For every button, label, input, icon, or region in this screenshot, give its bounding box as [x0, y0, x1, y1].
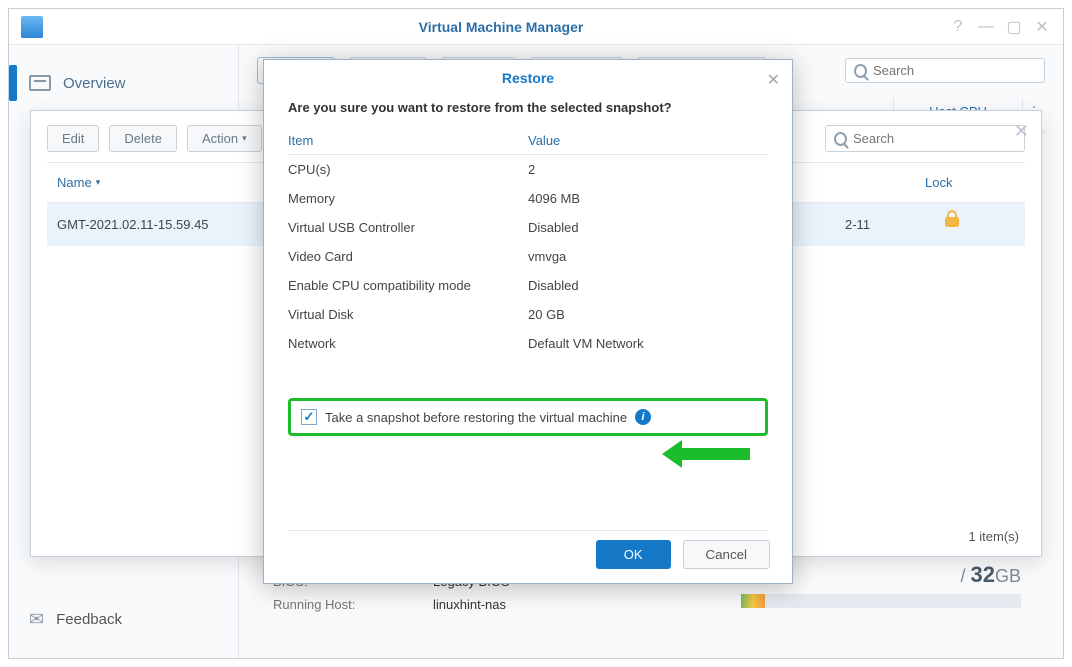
cancel-button[interactable]: Cancel	[683, 540, 771, 569]
chevron-down-icon: ▾	[96, 177, 101, 188]
checkbox-label: Take a snapshot before restoring the vir…	[325, 410, 627, 425]
snapshot-date-fragment: 2-11	[835, 211, 915, 238]
item-count: 1 item(s)	[968, 529, 1019, 544]
close-icon[interactable]: ✕	[1033, 19, 1051, 35]
table-row: Memory4096 MB	[288, 184, 768, 213]
search-input[interactable]	[873, 63, 1036, 78]
titlebar: Virtual Machine Manager ? — ▢ ✕	[9, 9, 1063, 45]
item-value: 2	[528, 162, 768, 177]
close-icon[interactable]: ✕	[767, 70, 780, 90]
search-input[interactable]	[853, 131, 1016, 146]
sidebar-active-indicator	[9, 65, 17, 101]
search-icon	[834, 132, 847, 146]
app-icon	[21, 16, 43, 38]
item-label: Virtual USB Controller	[288, 220, 528, 235]
memory-bar	[741, 594, 1021, 608]
dialog-question: Are you sure you want to restore from th…	[288, 100, 768, 115]
col-item: Item	[288, 133, 528, 148]
col-lock[interactable]: Lock	[915, 169, 1025, 196]
search-icon	[854, 64, 867, 78]
ok-button[interactable]: OK	[596, 540, 671, 569]
table-row: NetworkDefault VM Network	[288, 329, 768, 358]
item-label: Enable CPU compatibility mode	[288, 278, 528, 293]
item-label: Memory	[288, 191, 528, 206]
memory-total: / 32GB	[960, 562, 1021, 588]
item-value: Disabled	[528, 278, 768, 293]
delete-button[interactable]: Delete	[109, 125, 177, 152]
table-row: Enable CPU compatibility modeDisabled	[288, 271, 768, 300]
item-value: 20 GB	[528, 307, 768, 322]
item-value: Default VM Network	[528, 336, 768, 351]
restore-dialog: Restore ✕ Are you sure you want to resto…	[263, 59, 793, 584]
table-row: CPU(s)2	[288, 155, 768, 184]
overview-icon	[29, 75, 51, 91]
info-icon[interactable]: i	[635, 409, 651, 425]
annotation-arrow	[680, 448, 750, 460]
edit-button[interactable]: Edit	[47, 125, 99, 152]
sidebar-item-overview[interactable]: Overview	[25, 67, 130, 100]
minimize-icon[interactable]: —	[977, 19, 995, 35]
divider	[288, 530, 768, 531]
chevron-down-icon: ▾	[242, 133, 247, 144]
running-host-label: Running Host:	[273, 597, 433, 612]
item-label: Virtual Disk	[288, 307, 528, 322]
snapshot-before-restore-checkbox[interactable]: ✓ Take a snapshot before restoring the v…	[288, 398, 768, 436]
item-value: Disabled	[528, 220, 768, 235]
help-icon[interactable]: ?	[949, 19, 967, 35]
app-title: Virtual Machine Manager	[53, 19, 949, 35]
sidebar-item-feedback[interactable]: ✉ Feedback	[25, 601, 222, 638]
item-label: Video Card	[288, 249, 528, 264]
sidebar-item-label: Overview	[63, 75, 126, 92]
envelope-icon: ✉	[29, 609, 44, 630]
sidebar-item-label: Feedback	[56, 611, 122, 628]
table-row: Video Cardvmvga	[288, 242, 768, 271]
dialog-title: Restore	[264, 60, 792, 96]
dialog-table-header: Item Value	[288, 127, 768, 155]
search-field[interactable]	[825, 125, 1025, 152]
item-value: 4096 MB	[528, 191, 768, 206]
item-label: CPU(s)	[288, 162, 528, 177]
maximize-icon[interactable]: ▢	[1005, 19, 1023, 35]
table-row: Virtual USB ControllerDisabled	[288, 213, 768, 242]
lock-cell	[915, 211, 1025, 238]
checkbox-icon: ✓	[301, 409, 317, 425]
action-button[interactable]: Action▾	[187, 125, 262, 152]
lock-icon	[945, 217, 959, 227]
close-icon[interactable]: ✕	[1014, 121, 1029, 142]
item-label: Network	[288, 336, 528, 351]
col-value: Value	[528, 133, 768, 148]
running-host-value: linuxhint-nas	[433, 597, 506, 612]
item-value: vmvga	[528, 249, 768, 264]
table-row: Virtual Disk20 GB	[288, 300, 768, 329]
search-field[interactable]	[845, 58, 1045, 83]
